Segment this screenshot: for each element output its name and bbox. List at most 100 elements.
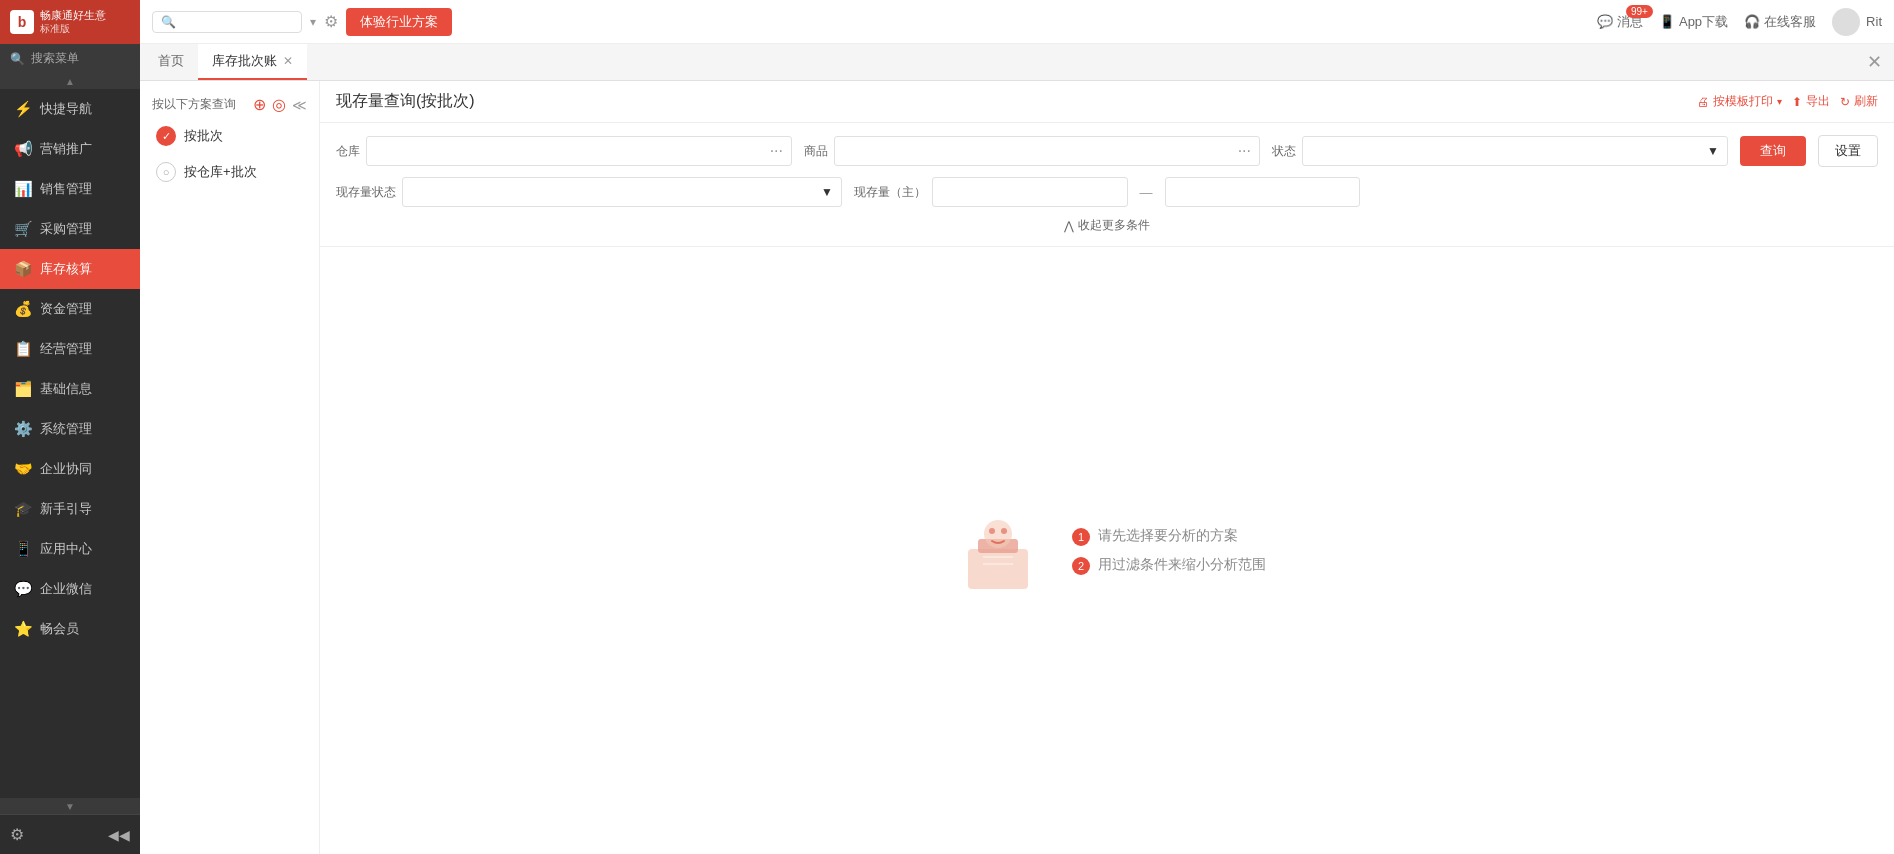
status-label: 状态 <box>1272 143 1296 160</box>
topbar-search-icon: 🔍 <box>161 15 176 29</box>
export-button[interactable]: ⬆ 导出 <box>1792 93 1830 110</box>
close-all-tabs-icon[interactable]: ✕ <box>1859 47 1890 77</box>
tab-home[interactable]: 首页 <box>144 44 198 80</box>
scroll-up-arrow[interactable]: ▲ <box>0 73 140 89</box>
search-label: 搜索菜单 <box>31 50 79 67</box>
user-profile[interactable]: Rit <box>1832 8 1882 36</box>
app-logo: b <box>10 10 34 34</box>
scheme-active-icon: ✓ <box>156 126 176 146</box>
refresh-icon: ↻ <box>1840 95 1850 109</box>
product-input[interactable]: ··· <box>834 136 1260 166</box>
finance-icon: 💰 <box>14 300 32 318</box>
settings-button[interactable]: 设置 <box>1818 135 1878 167</box>
print-dropdown-icon[interactable]: ▾ <box>1777 96 1782 107</box>
collapse-filters-button[interactable]: ⋀ 收起更多条件 <box>336 217 1878 234</box>
sidebar-item-label: 经营管理 <box>40 340 92 358</box>
sidebar-search[interactable]: 🔍 搜索菜单 <box>0 44 140 73</box>
print-icon: 🖨 <box>1697 95 1709 109</box>
product-label: 商品 <box>804 143 828 160</box>
add-scheme-icon[interactable]: ⊕ <box>253 95 266 114</box>
filter-row-2: 现存量状态 ▼ 现存量（主） — <box>336 177 1878 207</box>
message-icon: 💬 <box>1597 14 1613 29</box>
empty-illustration <box>948 499 1048 602</box>
sidebar-item-system[interactable]: ⚙️ 系统管理 <box>0 409 140 449</box>
scheme-item-warehouse-batch[interactable]: ○ 按仓库+批次 <box>140 154 319 190</box>
sidebar-item-member[interactable]: ⭐ 畅会员 <box>0 609 140 649</box>
main-area: 🔍 ▾ ⚙ 体验行业方案 💬 消息 99+ 📱 App下载 🎧 在线客服 Rit <box>140 0 1894 854</box>
sidebar-item-marketing[interactable]: 📢 营销推广 <box>0 129 140 169</box>
product-field: 商品 ··· <box>804 136 1260 166</box>
warehouse-input[interactable]: ··· <box>366 136 792 166</box>
basic-icon: 🗂️ <box>14 380 32 398</box>
scheme-label: 按批次 <box>184 127 223 145</box>
industry-solution-button[interactable]: 体验行业方案 <box>346 8 452 36</box>
stock-status-chevron-icon: ▼ <box>821 185 833 199</box>
refresh-label: 刷新 <box>1854 93 1878 110</box>
sidebar-item-inventory[interactable]: 📦 库存核算 <box>0 249 140 289</box>
stock-qty-min-input[interactable] <box>932 177 1128 207</box>
empty-tip-2: 2 用过滤条件来缩小分析范围 <box>1072 556 1266 575</box>
sidebar-header: b 畅康通好生意 标准版 <box>0 0 140 44</box>
sidebar-footer: ⚙ ◀◀ <box>0 814 140 854</box>
export-label: 导出 <box>1806 93 1830 110</box>
stock-status-label: 现存量状态 <box>336 184 396 201</box>
sidebar-item-finance[interactable]: 💰 资金管理 <box>0 289 140 329</box>
scroll-down-arrow[interactable]: ▼ <box>0 798 140 814</box>
enterprise-icon: 🤝 <box>14 460 32 478</box>
sidebar-item-wechat[interactable]: 💬 企业微信 <box>0 569 140 609</box>
quick-nav-icon: ⚡ <box>14 100 32 118</box>
search-icon: 🔍 <box>10 52 25 66</box>
query-button[interactable]: 查询 <box>1740 136 1806 166</box>
topbar-search-box[interactable]: 🔍 <box>152 11 302 33</box>
tab-inventory-batch[interactable]: 库存批次账 ✕ <box>198 44 307 80</box>
empty-state: 1 请先选择要分析的方案 2 用过滤条件来缩小分析范围 <box>320 247 1894 854</box>
username: Rit <box>1866 14 1882 29</box>
topbar-dropdown-chevron[interactable]: ▾ <box>310 15 316 29</box>
messages-badge: 99+ <box>1626 5 1653 18</box>
topbar-right: 💬 消息 99+ 📱 App下载 🎧 在线客服 Rit <box>1597 8 1882 36</box>
company-name: 畅康通好生意 <box>40 8 106 22</box>
collapse-panel-icon[interactable]: ≪ <box>292 97 307 113</box>
status-select[interactable]: ▼ <box>1302 136 1728 166</box>
settings-scheme-icon[interactable]: ◎ <box>272 95 286 114</box>
collapse-label: 收起更多条件 <box>1078 217 1150 234</box>
sidebar-item-label: 应用中心 <box>40 540 92 558</box>
topbar-gear-icon[interactable]: ⚙ <box>324 12 338 31</box>
stock-status-select[interactable]: ▼ <box>402 177 842 207</box>
scheme-item-batch[interactable]: ✓ 按批次 <box>140 118 319 154</box>
sidebar-item-appstore[interactable]: 📱 应用中心 <box>0 529 140 569</box>
tab-close-icon[interactable]: ✕ <box>283 54 293 68</box>
sidebar-item-newbie[interactable]: 🎓 新手引导 <box>0 489 140 529</box>
app-info: 畅康通好生意 标准版 <box>40 8 106 36</box>
left-panel: 按以下方案查询 ⊕ ◎ ≪ ✓ 按批次 ○ 按仓库+批次 <box>140 81 320 854</box>
headset-icon: 🎧 <box>1744 14 1760 29</box>
stock-qty-max-input[interactable] <box>1165 177 1361 207</box>
left-panel-title: 按以下方案查询 <box>152 96 236 113</box>
sidebar-item-enterprise[interactable]: 🤝 企业协同 <box>0 449 140 489</box>
left-panel-actions: ⊕ ◎ ≪ <box>253 95 307 114</box>
collapse-sidebar-icon[interactable]: ◀◀ <box>108 827 130 843</box>
svg-point-3 <box>989 528 995 534</box>
refresh-button[interactable]: ↻ 刷新 <box>1840 93 1878 110</box>
sidebar: b 畅康通好生意 标准版 🔍 搜索菜单 ▲ ⚡ 快捷导航 📢 营销推广 📊 销售… <box>0 0 140 854</box>
filter-row-1: 仓库 ··· 商品 ··· 状态 <box>336 135 1878 167</box>
sidebar-item-purchase[interactable]: 🛒 采购管理 <box>0 209 140 249</box>
product-dots: ··· <box>1238 142 1251 160</box>
sidebar-item-label: 营销推广 <box>40 140 92 158</box>
sidebar-item-quick-nav[interactable]: ⚡ 快捷导航 <box>0 89 140 129</box>
app-download-button[interactable]: 📱 App下载 <box>1659 13 1728 31</box>
content-area: 按以下方案查询 ⊕ ◎ ≪ ✓ 按批次 ○ 按仓库+批次 现存量查询(按批次) <box>140 81 1894 854</box>
print-template-button[interactable]: 🖨 按模板打印 ▾ <box>1697 93 1782 110</box>
system-icon: ⚙️ <box>14 420 32 438</box>
settings-icon[interactable]: ⚙ <box>10 825 24 844</box>
sidebar-item-operations[interactable]: 📋 经营管理 <box>0 329 140 369</box>
online-service-button[interactable]: 🎧 在线客服 <box>1744 13 1816 31</box>
stock-status-field: 现存量状态 ▼ <box>336 177 842 207</box>
sidebar-item-sales[interactable]: 📊 销售管理 <box>0 169 140 209</box>
newbie-icon: 🎓 <box>14 500 32 518</box>
page-actions: 🖨 按模板打印 ▾ ⬆ 导出 ↻ 刷新 <box>1697 93 1878 110</box>
messages-button[interactable]: 💬 消息 99+ <box>1597 13 1643 31</box>
sidebar-item-basic[interactable]: 🗂️ 基础信息 <box>0 369 140 409</box>
sidebar-item-label: 快捷导航 <box>40 100 92 118</box>
sidebar-item-label: 库存核算 <box>40 260 92 278</box>
